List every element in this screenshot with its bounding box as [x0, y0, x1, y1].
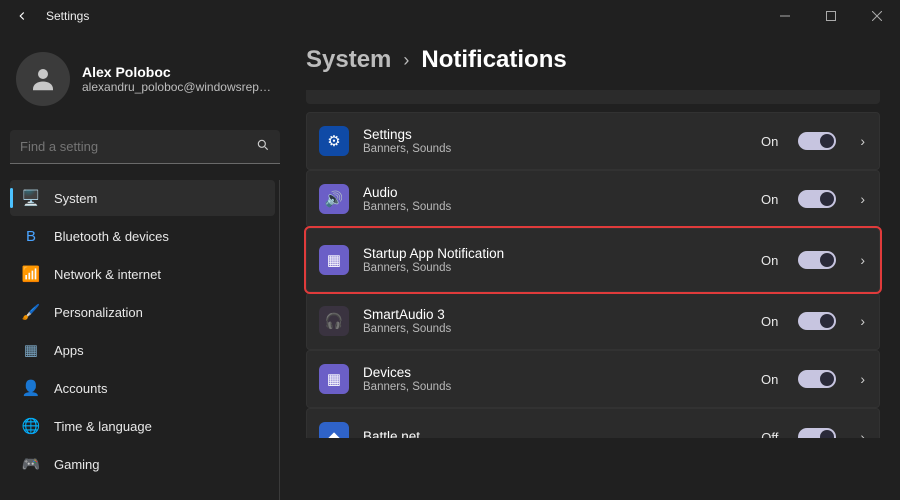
prev-section-edge — [306, 90, 880, 104]
chevron-right-icon[interactable]: › — [860, 313, 865, 329]
user-name: Alex Poloboc — [82, 64, 272, 80]
app-subtitle: Banners, Sounds — [363, 262, 747, 274]
nav-icon: 👤 — [22, 379, 40, 397]
nav-label: Time & language — [54, 419, 152, 434]
nav-icon: ▦ — [22, 341, 40, 359]
app-row[interactable]: 🎧 SmartAudio 3Banners, Sounds On › — [306, 292, 880, 350]
nav-list: 🖥️ System B Bluetooth & devices 📶 Network & i… — [10, 180, 280, 500]
app-subtitle: Banners, Sounds — [363, 201, 747, 213]
chevron-right-icon[interactable]: › — [860, 133, 865, 149]
search-box[interactable] — [10, 130, 280, 164]
app-icon: ▦ — [319, 364, 349, 394]
close-button[interactable] — [854, 0, 900, 32]
toggle-switch[interactable] — [798, 132, 836, 150]
app-icon: 🎧 — [319, 306, 349, 336]
nav-icon: 📶 — [22, 265, 40, 283]
toggle-switch[interactable] — [798, 251, 836, 269]
toggle-switch[interactable] — [798, 370, 836, 388]
nav-label: Bluetooth & devices — [54, 229, 169, 244]
chevron-right-icon: › — [403, 50, 409, 71]
nav-item-system[interactable]: 🖥️ System — [10, 180, 275, 216]
search-icon — [256, 138, 270, 155]
nav-icon: 🖌️ — [22, 303, 40, 321]
nav-label: System — [54, 191, 97, 206]
nav-icon: 🎮 — [22, 455, 40, 473]
maximize-button[interactable] — [808, 0, 854, 32]
app-subtitle: Banners, Sounds — [363, 323, 747, 335]
nav-item-bluetooth-devices[interactable]: B Bluetooth & devices — [10, 218, 275, 254]
toggle-state-label: On — [761, 134, 778, 149]
nav-label: Accounts — [54, 381, 107, 396]
nav-item-personalization[interactable]: 🖌️ Personalization — [10, 294, 275, 330]
title-bar: Settings — [0, 0, 900, 32]
app-subtitle: Banners, Sounds — [363, 381, 747, 393]
breadcrumb: System › Notifications — [306, 46, 880, 74]
app-name: Devices — [363, 365, 747, 380]
nav-icon: B — [22, 227, 40, 245]
avatar — [16, 52, 70, 106]
toggle-switch[interactable] — [798, 312, 836, 330]
chevron-right-icon[interactable]: › — [860, 252, 865, 268]
toggle-switch[interactable] — [798, 190, 836, 208]
app-subtitle: Banners, Sounds — [363, 143, 747, 155]
chevron-right-icon[interactable]: › — [860, 191, 865, 207]
toggle-state-label: On — [761, 192, 778, 207]
window-title: Settings — [46, 9, 89, 23]
chevron-right-icon[interactable]: › — [860, 371, 865, 387]
account-card[interactable]: Alex Poloboc alexandru_poloboc@windowsre… — [10, 38, 280, 124]
nav-item-network-internet[interactable]: 📶 Network & internet — [10, 256, 275, 292]
toggle-switch[interactable] — [798, 428, 836, 438]
nav-label: Network & internet — [54, 267, 161, 282]
toggle-state-label: Off — [761, 430, 778, 439]
app-name: Settings — [363, 127, 747, 142]
nav-icon: 🖥️ — [22, 189, 40, 207]
search-input[interactable] — [20, 139, 256, 154]
minimize-button[interactable] — [762, 0, 808, 32]
toggle-state-label: On — [761, 372, 778, 387]
app-row[interactable]: ⚙ SettingsBanners, Sounds On › — [306, 112, 880, 170]
nav-label: Personalization — [54, 305, 143, 320]
nav-icon: 🌐 — [22, 417, 40, 435]
app-icon: ▦ — [319, 245, 349, 275]
chevron-right-icon[interactable]: › — [860, 429, 865, 438]
toggle-state-label: On — [761, 253, 778, 268]
app-icon: ⚙ — [319, 126, 349, 156]
back-button[interactable] — [8, 2, 36, 30]
nav-label: Gaming — [54, 457, 100, 472]
app-icon: ◆ — [319, 422, 349, 438]
nav-item-gaming[interactable]: 🎮 Gaming — [10, 446, 275, 482]
nav-label: Apps — [54, 343, 84, 358]
sidebar: Alex Poloboc alexandru_poloboc@windowsre… — [0, 32, 290, 500]
app-name: Battle.net — [363, 429, 747, 438]
main-panel: System › Notifications ⚙SettingsBanners,… — [290, 32, 900, 500]
user-email: alexandru_poloboc@windowsreport... — [82, 80, 272, 94]
app-row[interactable]: 🔊 AudioBanners, Sounds On › — [306, 170, 880, 228]
nav-item-time-language[interactable]: 🌐 Time & language — [10, 408, 275, 444]
breadcrumb-current: Notifications — [421, 46, 566, 74]
app-row[interactable]: ▦ Startup App NotificationBanners, Sounds… — [306, 228, 880, 292]
nav-item-accounts[interactable]: 👤 Accounts — [10, 370, 275, 406]
app-name: SmartAudio 3 — [363, 307, 747, 322]
app-name: Startup App Notification — [363, 246, 747, 261]
nav-item-apps[interactable]: ▦ Apps — [10, 332, 275, 368]
breadcrumb-parent[interactable]: System — [306, 46, 391, 74]
toggle-state-label: On — [761, 314, 778, 329]
app-row[interactable]: ▦ DevicesBanners, Sounds On › — [306, 350, 880, 408]
app-icon: 🔊 — [319, 184, 349, 214]
app-name: Audio — [363, 185, 747, 200]
app-row[interactable]: ◆ Battle.net Off › — [306, 408, 880, 438]
